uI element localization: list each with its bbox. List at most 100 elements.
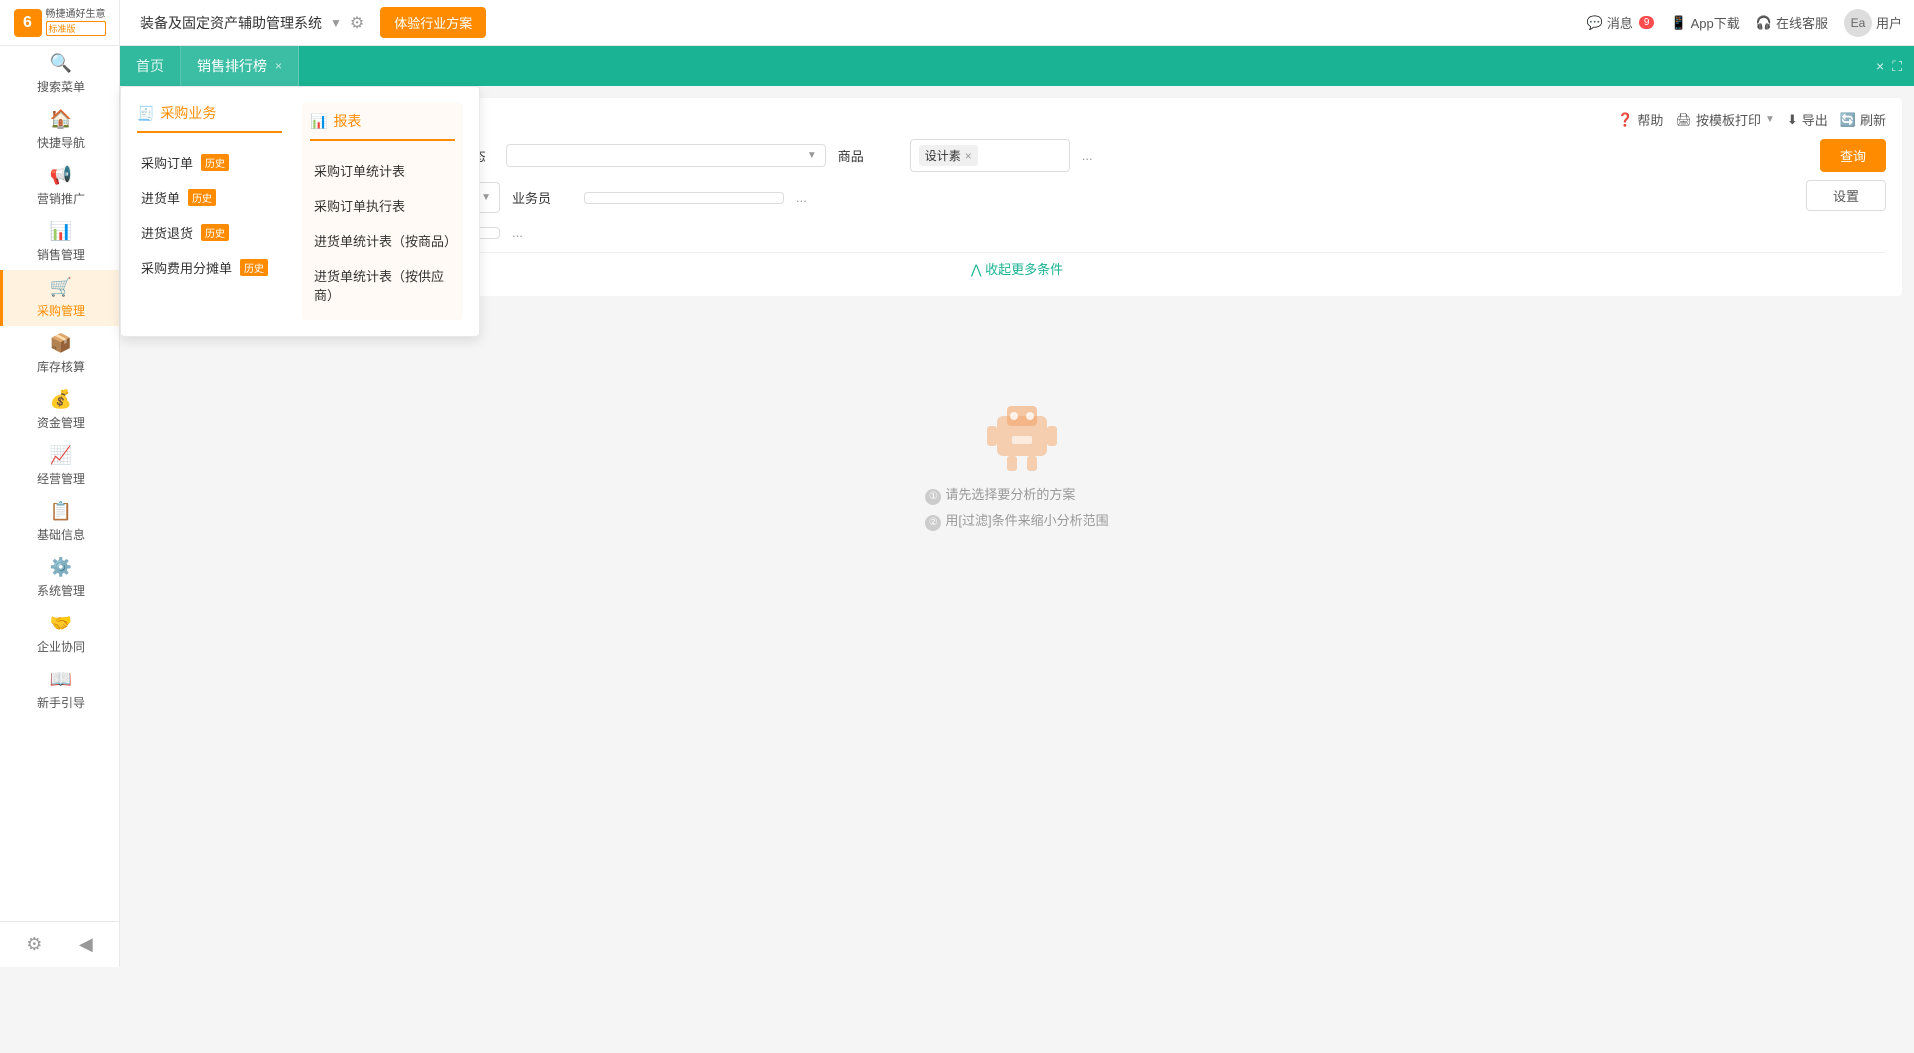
sidebar-item-finance-label: 资金管理 xyxy=(37,414,85,431)
sidebar-item-operations-label: 经营管理 xyxy=(37,470,85,487)
sidebar-item-search[interactable]: 🔍 搜索菜单 xyxy=(0,46,119,102)
purchase-business-col: 🧾 采购业务 采购订单 历史 进货单 历史 进货退货 历史 采购费用分摊单 历史 xyxy=(137,103,282,320)
sidebar-item-marketing-label: 营销推广 xyxy=(37,190,85,207)
sidebar-item-quick-nav[interactable]: 🏠 快捷导航 xyxy=(0,102,119,158)
refresh-label: 刷新 xyxy=(1860,110,1886,129)
sidebar: 6 畅捷通好生意 标准版 🔍 搜索菜单 🏠 快捷导航 📢 营销推广 📊 销售管理… xyxy=(0,0,120,967)
app-download-label: App下载 xyxy=(1691,13,1740,32)
sidebar-item-purchase[interactable]: 🛒 采购管理 xyxy=(0,270,119,326)
sidebar-item-operations[interactable]: 📈 经营管理 xyxy=(0,438,119,494)
sidebar-item-enterprise-label: 企业协同 xyxy=(37,638,85,655)
print-label: 按模板打印 xyxy=(1696,110,1761,129)
goods-tag-close[interactable]: × xyxy=(965,149,972,163)
goods-receipt-stats-by-goods-item[interactable]: 进货单统计表（按商品） xyxy=(310,223,455,258)
purchase-report-icon: 📊 xyxy=(310,113,327,130)
purchase-dropdown-menu: 🧾 采购业务 采购订单 历史 进货单 历史 进货退货 历史 采购费用分摊单 历史… xyxy=(120,86,480,337)
tab-sales-rank-close[interactable]: × xyxy=(275,59,282,73)
online-service-label: 在线客服 xyxy=(1776,13,1828,32)
sidebar-item-search-label: 搜索菜单 xyxy=(37,78,85,95)
purchase-business-icon: 🧾 xyxy=(137,105,154,122)
goods-return-hist: 历史 xyxy=(201,224,229,241)
purchase-expense-hist: 历史 xyxy=(240,259,268,276)
sidebar-item-inventory-label: 库存核算 xyxy=(37,358,85,375)
voucher-status-arrow: ▼ xyxy=(807,150,817,161)
purchase-expense-item[interactable]: 采购费用分摊单 历史 xyxy=(137,250,282,285)
sidebar-item-guide[interactable]: 📖 新手引导 xyxy=(0,662,119,718)
purchase-order-stats-label: 采购订单统计表 xyxy=(314,161,405,180)
help-btn[interactable]: ❓ 帮助 xyxy=(1617,110,1663,129)
collapse-label: 收起更多条件 xyxy=(985,262,1063,277)
export-btn[interactable]: ⬇ 导出 xyxy=(1787,110,1828,129)
system-title-arrow[interactable]: ▼ xyxy=(330,16,342,30)
purchase-order-item[interactable]: 采购订单 历史 xyxy=(137,145,282,180)
goods-tag: 设计素 × xyxy=(919,145,978,166)
purchase-order-stats-item[interactable]: 采购订单统计表 xyxy=(310,153,455,188)
rank-arrow: ▼ xyxy=(481,192,491,203)
goods-receipt-stats-by-supplier-item[interactable]: 进货单统计表（按供应商） xyxy=(310,258,455,312)
marketing-icon: 📢 xyxy=(50,165,72,186)
goods-select[interactable]: 设计素 × xyxy=(910,139,1070,172)
sales-icon: 📊 xyxy=(50,221,72,242)
set-button[interactable]: 设置 xyxy=(1806,180,1886,211)
message-btn[interactable]: 💬 消息 9 xyxy=(1587,13,1655,32)
empty-hint1: 请先选择要分析的方案 xyxy=(945,487,1075,502)
sidebar-item-finance[interactable]: 💰 资金管理 xyxy=(0,382,119,438)
sidebar-item-inventory[interactable]: 📦 库存核算 xyxy=(0,326,119,382)
sidebar-item-system-label: 系统管理 xyxy=(37,582,85,599)
top-header: 装备及固定资产辅助管理系统 ▼ ⚙ 体验行业方案 💬 消息 9 📱 App下载 … xyxy=(120,0,1914,46)
goods-receipt-stats-by-goods-label: 进货单统计表（按商品） xyxy=(314,231,451,250)
settings-icon[interactable]: ⚙ xyxy=(350,13,364,33)
sidebar-menu: 🔍 搜索菜单 🏠 快捷导航 📢 营销推广 📊 销售管理 🛒 采购管理 📦 库存核… xyxy=(0,46,119,921)
goods-return-item[interactable]: 进货退货 历史 xyxy=(137,215,282,250)
salesperson-ellipsis[interactable]: ... xyxy=(796,190,807,205)
message-icon: 💬 xyxy=(1587,15,1603,31)
sidebar-item-marketing[interactable]: 📢 营销推广 xyxy=(0,158,119,214)
goods-receipt-item[interactable]: 进货单 历史 xyxy=(137,180,282,215)
sidebar-item-purchase-label: 采购管理 xyxy=(37,302,85,319)
collapse-icon: ⋀ xyxy=(971,262,982,277)
purchase-order-hist: 历史 xyxy=(201,154,229,171)
user-btn[interactable]: Ea 用户 xyxy=(1844,9,1902,37)
print-arrow[interactable]: ▼ xyxy=(1765,114,1775,125)
tab-fullscreen-icon[interactable]: ⛶ xyxy=(1892,58,1902,75)
message-badge: 9 xyxy=(1639,16,1655,29)
goods-tag-value: 设计素 xyxy=(925,147,961,164)
goods-ellipsis[interactable]: ... xyxy=(1082,148,1093,163)
empty-text: ①请先选择要分析的方案 ②用[过滤]条件来缩小分析范围 xyxy=(925,482,1108,534)
search-icon: 🔍 xyxy=(50,53,72,74)
collapse-sidebar-icon[interactable]: ◀ xyxy=(79,934,93,955)
robot-svg xyxy=(977,386,1067,476)
settings-bottom-icon[interactable]: ⚙ xyxy=(26,934,42,955)
sidebar-item-system[interactable]: ⚙️ 系统管理 xyxy=(0,550,119,606)
tab-home[interactable]: 首页 xyxy=(120,46,181,86)
logo-text: 畅捷通好生意 xyxy=(46,9,106,21)
refresh-btn[interactable]: 🔄 刷新 xyxy=(1840,110,1886,129)
user-label: 用户 xyxy=(1876,13,1902,32)
message-label: 消息 xyxy=(1607,13,1633,32)
tab-close-all-icon[interactable]: × xyxy=(1876,58,1884,74)
sidebar-item-basic-info[interactable]: 📋 基础信息 xyxy=(0,494,119,550)
sidebar-item-sales[interactable]: 📊 销售管理 xyxy=(0,214,119,270)
enterprise-icon: 🤝 xyxy=(50,613,72,634)
online-service-btn[interactable]: 🎧 在线客服 xyxy=(1756,13,1828,32)
sidebar-bottom: ⚙ ◀ xyxy=(0,921,119,967)
print-icon: 🖨 xyxy=(1675,112,1692,128)
tab-home-label: 首页 xyxy=(136,56,164,76)
query-button[interactable]: 查询 xyxy=(1820,139,1886,172)
tab-bar-right: × ⛶ xyxy=(1876,58,1914,75)
customer-ellipsis[interactable]: ... xyxy=(512,225,523,240)
purchase-icon: 🛒 xyxy=(50,277,72,298)
salesperson-select[interactable] xyxy=(584,192,784,204)
print-btn[interactable]: 🖨 按模板打印 ▼ xyxy=(1675,110,1774,129)
voucher-status-select[interactable]: ▼ xyxy=(506,144,826,167)
sidebar-item-enterprise[interactable]: 🤝 企业协同 xyxy=(0,606,119,662)
finance-icon: 💰 xyxy=(50,389,72,410)
headset-icon: 🎧 xyxy=(1756,15,1772,31)
app-download-btn[interactable]: 📱 App下载 xyxy=(1670,13,1739,32)
inventory-icon: 📦 xyxy=(50,333,72,354)
tab-sales-rank[interactable]: 销售排行榜 × xyxy=(181,46,299,86)
industry-btn[interactable]: 体验行业方案 xyxy=(380,7,486,38)
empty-state: ①请先选择要分析的方案 ②用[过滤]条件来缩小分析范围 xyxy=(132,306,1902,614)
purchase-order-exec-item[interactable]: 采购订单执行表 xyxy=(310,188,455,223)
logo-icon: 6 xyxy=(14,9,42,37)
